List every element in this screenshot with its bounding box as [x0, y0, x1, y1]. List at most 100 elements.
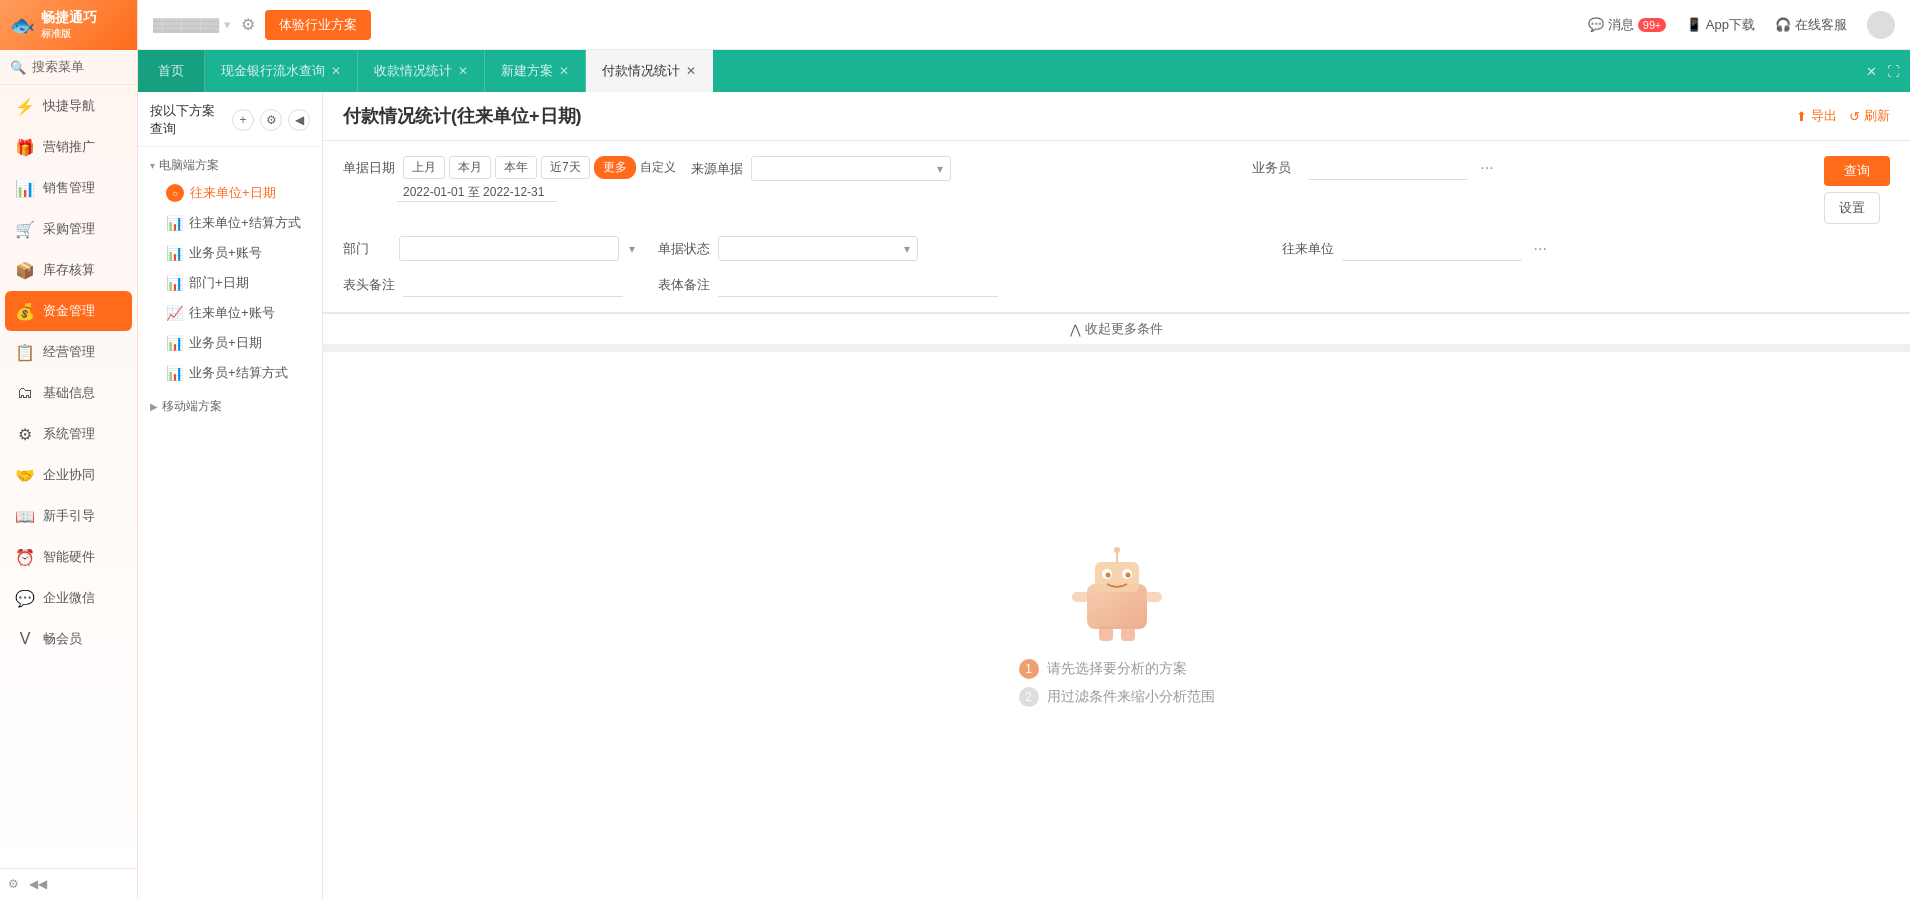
sidebar-item-enterprise[interactable]: 🤝 企业协同 — [5, 455, 132, 495]
date-btn-7days[interactable]: 近7天 — [541, 156, 590, 179]
page-title-bar: 付款情况统计(往来单位+日期) ⬆ 导出 ↺ 刷新 — [323, 92, 1910, 141]
sidebar-item-basic-info[interactable]: 🗂 基础信息 — [5, 373, 132, 413]
avatar[interactable] — [1867, 11, 1895, 39]
tab-cash-flow[interactable]: 现金银行流水查询 ✕ — [205, 50, 358, 92]
scheme-item-1[interactable]: 📊 往来单位+结算方式 — [138, 208, 322, 238]
doc-status-select[interactable] — [718, 236, 918, 261]
tab-payment-stats[interactable]: 付款情况统计 ✕ — [586, 50, 713, 92]
date-filter-buttons: 上月 本月 本年 近7天 更多 自定义 — [403, 156, 676, 179]
page-actions: ⬆ 导出 ↺ 刷新 — [1796, 107, 1890, 125]
query-button[interactable]: 查询 — [1824, 156, 1890, 186]
sidebar-item-purchase[interactable]: 🛒 采购管理 — [5, 209, 132, 249]
chevron-left-icon: ◀ — [295, 113, 304, 127]
export-btn[interactable]: ⬆ 导出 — [1796, 107, 1837, 125]
salesperson-input[interactable] — [1308, 156, 1468, 180]
collapse-filter-btn[interactable]: ⋀ 收起更多条件 — [323, 313, 1910, 344]
scheme-settings-btn[interactable]: ⚙ — [260, 109, 282, 131]
refresh-icon: ↺ — [1849, 109, 1860, 124]
tab-receipt-stats-close-icon[interactable]: ✕ — [458, 64, 468, 78]
refresh-btn[interactable]: ↺ 刷新 — [1849, 107, 1890, 125]
head-note-input[interactable] — [403, 273, 623, 297]
scheme-item-label-1: 往来单位+结算方式 — [189, 214, 301, 232]
quick-nav-icon: ⚡ — [15, 96, 35, 116]
date-btn-this-year[interactable]: 本年 — [495, 156, 537, 179]
data-empty-area: 1 请先选择要分析的方案 2 用过滤条件来缩小分析范围 — [323, 352, 1910, 899]
add-scheme-btn[interactable]: + — [232, 109, 254, 131]
topbar: ▓▓▓▓▓▓▓ ▾ ⚙ 体验行业方案 💬 消息 99+ 📱 App下载 🎧 在线… — [138, 0, 1910, 50]
sidebar-item-sales[interactable]: 📊 销售管理 — [5, 168, 132, 208]
sidebar-item-label-guide: 新手引导 — [43, 507, 95, 525]
topbar-gear-icon[interactable]: ⚙ — [241, 15, 255, 34]
messages-btn[interactable]: 💬 消息 99+ — [1588, 16, 1666, 34]
online-service-btn[interactable]: 🎧 在线客服 — [1775, 16, 1847, 34]
sidebar-item-guide[interactable]: 📖 新手引导 — [5, 496, 132, 536]
scheme-item-0[interactable]: ○ 往来单位+日期 — [138, 178, 322, 208]
sidebar-item-member[interactable]: V 畅会员 — [5, 619, 132, 659]
date-btn-this-month[interactable]: 本月 — [449, 156, 491, 179]
app-download-btn[interactable]: 📱 App下载 — [1686, 16, 1755, 34]
panel-collapse-btn[interactable]: ◀ — [288, 109, 310, 131]
tab-home[interactable]: 首页 — [138, 50, 205, 92]
tab-receipt-stats[interactable]: 收款情况统计 ✕ — [358, 50, 485, 92]
gear-icon: ⚙ — [266, 113, 277, 127]
tab-new-scheme-close-icon[interactable]: ✕ — [559, 64, 569, 78]
inventory-icon: 📦 — [15, 260, 35, 280]
scheme-item-label-3: 部门+日期 — [189, 274, 249, 292]
tab-payment-stats-close-icon[interactable]: ✕ — [686, 64, 696, 78]
sidebar-item-marketing[interactable]: 🎁 营销推广 — [5, 127, 132, 167]
plus-icon: + — [239, 113, 246, 127]
scheme-item-5[interactable]: 📊 业务员+日期 — [138, 328, 322, 358]
sidebar-item-operation[interactable]: 📋 经营管理 — [5, 332, 132, 372]
tab-expand-icon[interactable]: ⛶ — [1887, 64, 1900, 79]
scheme-item-6[interactable]: 📊 业务员+结算方式 — [138, 358, 322, 388]
collapse-btn-label: 收起更多条件 — [1085, 320, 1163, 338]
sidebar-item-quick-nav[interactable]: ⚡ 快捷导航 — [5, 86, 132, 126]
sidebar-item-wechat[interactable]: 💬 企业微信 — [5, 578, 132, 618]
tab-close-all-icon[interactable]: ✕ — [1866, 64, 1877, 79]
date-filter-label: 单据日期 — [343, 159, 395, 177]
tab-home-label: 首页 — [158, 62, 184, 80]
empty-tip-2: 2 用过滤条件来缩小分析范围 — [1019, 687, 1215, 707]
svg-rect-6 — [1072, 592, 1090, 602]
search-menu-item[interactable]: 🔍 搜索菜单 — [0, 50, 137, 85]
logo-text: 畅捷通巧 — [41, 9, 97, 27]
tab-new-scheme[interactable]: 新建方案 ✕ — [485, 50, 586, 92]
tab-cash-flow-close-icon[interactable]: ✕ — [331, 64, 341, 78]
settings-bottom-btn[interactable]: ⚙ — [8, 877, 19, 891]
date-btn-last-month[interactable]: 上月 — [403, 156, 445, 179]
body-note-input[interactable] — [718, 273, 998, 297]
settings-button[interactable]: 设置 — [1824, 192, 1880, 224]
app-download-icon: 📱 — [1686, 17, 1702, 32]
desktop-group-title[interactable]: ▾ 电脑端方案 — [138, 153, 322, 178]
scheme-item-4[interactable]: 📈 往来单位+账号 — [138, 298, 322, 328]
sidebar-item-system[interactable]: ⚙ 系统管理 — [5, 414, 132, 454]
scheme-item-label-5: 业务员+日期 — [189, 334, 262, 352]
sidebar-item-label-hardware: 智能硬件 — [43, 548, 95, 566]
partner-dots[interactable]: ··· — [1530, 240, 1551, 258]
doc-status-label: 单据状态 — [658, 240, 710, 258]
sidebar-item-hardware[interactable]: ⏰ 智能硬件 — [5, 537, 132, 577]
topbar-right: 💬 消息 99+ 📱 App下载 🎧 在线客服 — [1588, 11, 1895, 39]
sidebar-item-label-wechat: 企业微信 — [43, 589, 95, 607]
date-custom-label[interactable]: 自定义 — [640, 159, 676, 176]
guide-icon: 📖 — [15, 506, 35, 526]
collapse-sidebar-btn[interactable]: ◀◀ — [29, 877, 47, 891]
sidebar-item-inventory[interactable]: 📦 库存核算 — [5, 250, 132, 290]
scheme-item-3[interactable]: 📊 部门+日期 — [138, 268, 322, 298]
mobile-scheme-group[interactable]: ▶ 移动端方案 — [138, 394, 322, 419]
dept-select[interactable] — [399, 236, 619, 261]
brand-text: ▓▓▓▓▓▓▓ — [153, 17, 219, 32]
salesperson-dots[interactable]: ··· — [1476, 159, 1497, 177]
panel-header: 按以下方案查询 + ⚙ ◀ — [138, 92, 322, 147]
desktop-scheme-group: ▾ 电脑端方案 ○ 往来单位+日期 📊 往来单位+结算方式 📊 业务员+账号 — [138, 147, 322, 394]
empty-illustration: 1 请先选择要分析的方案 2 用过滤条件来缩小分析范围 — [1019, 544, 1215, 707]
sidebar-item-finance[interactable]: 💰 资金管理 — [5, 291, 132, 331]
source-doc-select[interactable] — [751, 156, 951, 181]
scheme-item-2[interactable]: 📊 业务员+账号 — [138, 238, 322, 268]
scheme-icon-4: 📈 — [166, 305, 183, 321]
trial-button[interactable]: 体验行业方案 — [265, 10, 371, 40]
tab-controls: ✕ ⛶ — [1866, 64, 1910, 79]
date-btn-more[interactable]: 更多 — [594, 156, 636, 179]
date-range-input[interactable] — [397, 183, 557, 202]
partner-input[interactable] — [1342, 237, 1522, 261]
